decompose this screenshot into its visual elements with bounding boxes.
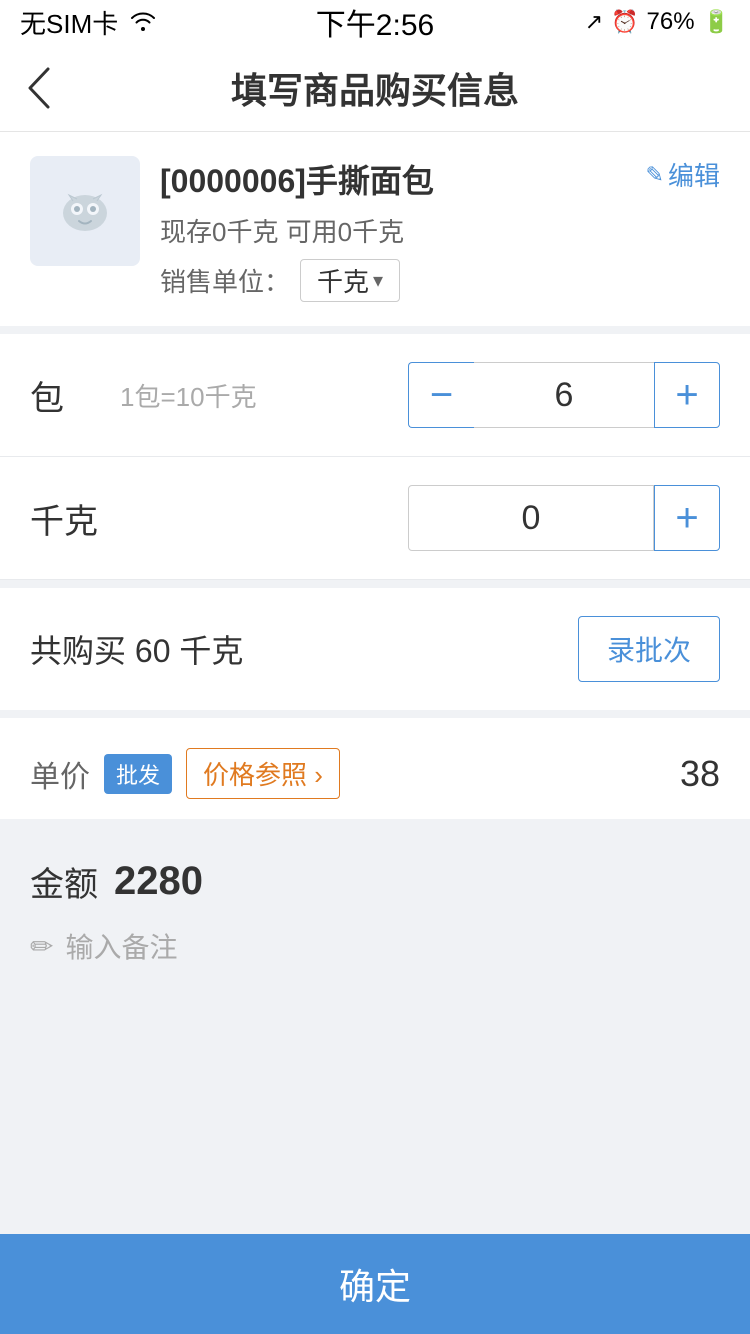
edit-button[interactable]: ✎ 编辑 xyxy=(646,156,720,193)
product-name: [0000006]手撕面包 xyxy=(160,156,626,202)
status-right: ↗ ⏰ 76% 🔋 xyxy=(585,8,730,36)
remark-row[interactable]: ✏ 输入备注 xyxy=(30,926,720,986)
confirm-button-label: 确定 xyxy=(339,1258,411,1310)
price-type-badge: 批发 xyxy=(104,754,172,794)
bottom-spacer xyxy=(0,986,750,1266)
quantity-label-bao: 包 xyxy=(30,371,110,420)
wifi-icon xyxy=(128,7,158,38)
location-icon: ↗ xyxy=(585,9,603,35)
unit-chevron-icon: ▾ xyxy=(373,268,383,293)
amount-row: 金额 2280 xyxy=(30,857,720,906)
battery-icon: 🔋 xyxy=(703,9,730,35)
increment-kg-button[interactable]: + xyxy=(654,485,720,551)
confirm-bar[interactable]: 确定 xyxy=(0,1234,750,1334)
amount-value: 2280 xyxy=(114,859,203,904)
edit-icon: ✎ xyxy=(646,162,664,188)
product-card: [0000006]手撕面包 现存0千克 可用0千克 销售单位： 千克 ▾ ✎ 编… xyxy=(0,132,750,334)
summary-row: 共购买 60 千克 录批次 xyxy=(0,580,750,718)
decrement-bao-button[interactable]: − xyxy=(408,362,474,428)
batch-button[interactable]: 录批次 xyxy=(578,616,720,682)
alarm-icon: ⏰ xyxy=(611,9,638,35)
edit-label: 编辑 xyxy=(668,156,720,193)
quantity-row-bao: 包 1包=10千克 − + xyxy=(0,334,750,457)
page-title: 填写商品购买信息 xyxy=(231,62,519,114)
quantity-input-bao[interactable] xyxy=(474,362,654,428)
product-info: [0000006]手撕面包 现存0千克 可用0千克 销售单位： 千克 ▾ xyxy=(160,156,626,302)
amount-section: 金额 2280 ✏ 输入备注 xyxy=(0,827,750,986)
remark-placeholder: 输入备注 xyxy=(65,926,177,966)
status-time: 下午2:56 xyxy=(316,0,434,44)
price-value: 38 xyxy=(680,753,720,795)
price-label: 单价 xyxy=(30,752,90,796)
quantity-control-bao: − + xyxy=(408,362,720,428)
quantity-row-kg: 千克 + xyxy=(0,457,750,580)
quantity-label-kg: 千克 xyxy=(30,494,110,543)
product-unit-row: 销售单位： 千克 ▾ xyxy=(160,259,626,302)
quantity-section: 包 1包=10千克 − + 千克 + xyxy=(0,334,750,580)
battery-text: 76% xyxy=(647,8,695,36)
unit-label: 销售单位： xyxy=(160,262,290,299)
carrier-text: 无SIM卡 xyxy=(20,4,118,41)
amount-label: 金额 xyxy=(30,857,98,906)
product-image xyxy=(30,156,140,266)
unit-select[interactable]: 千克 ▾ xyxy=(300,259,400,302)
price-section: 单价 批发 价格参照 › 38 xyxy=(0,718,750,827)
nav-bar: 填写商品购买信息 xyxy=(0,44,750,132)
quantity-input-kg[interactable] xyxy=(408,485,654,551)
quantity-control-kg: + xyxy=(408,485,720,551)
status-left: 无SIM卡 xyxy=(20,4,158,41)
summary-text: 共购买 60 千克 xyxy=(30,626,243,672)
unit-value: 千克 xyxy=(317,262,369,299)
pencil-icon: ✏ xyxy=(30,930,53,963)
product-stock: 现存0千克 可用0千克 xyxy=(160,212,626,249)
quantity-hint-bao: 1包=10千克 xyxy=(120,377,408,414)
status-bar: 无SIM卡 下午2:56 ↗ ⏰ 76% 🔋 xyxy=(0,0,750,44)
price-reference-button[interactable]: 价格参照 › xyxy=(186,748,340,799)
price-row: 单价 批发 价格参照 › 38 xyxy=(30,748,720,799)
increment-bao-button[interactable]: + xyxy=(654,362,720,428)
back-button[interactable] xyxy=(24,65,52,111)
